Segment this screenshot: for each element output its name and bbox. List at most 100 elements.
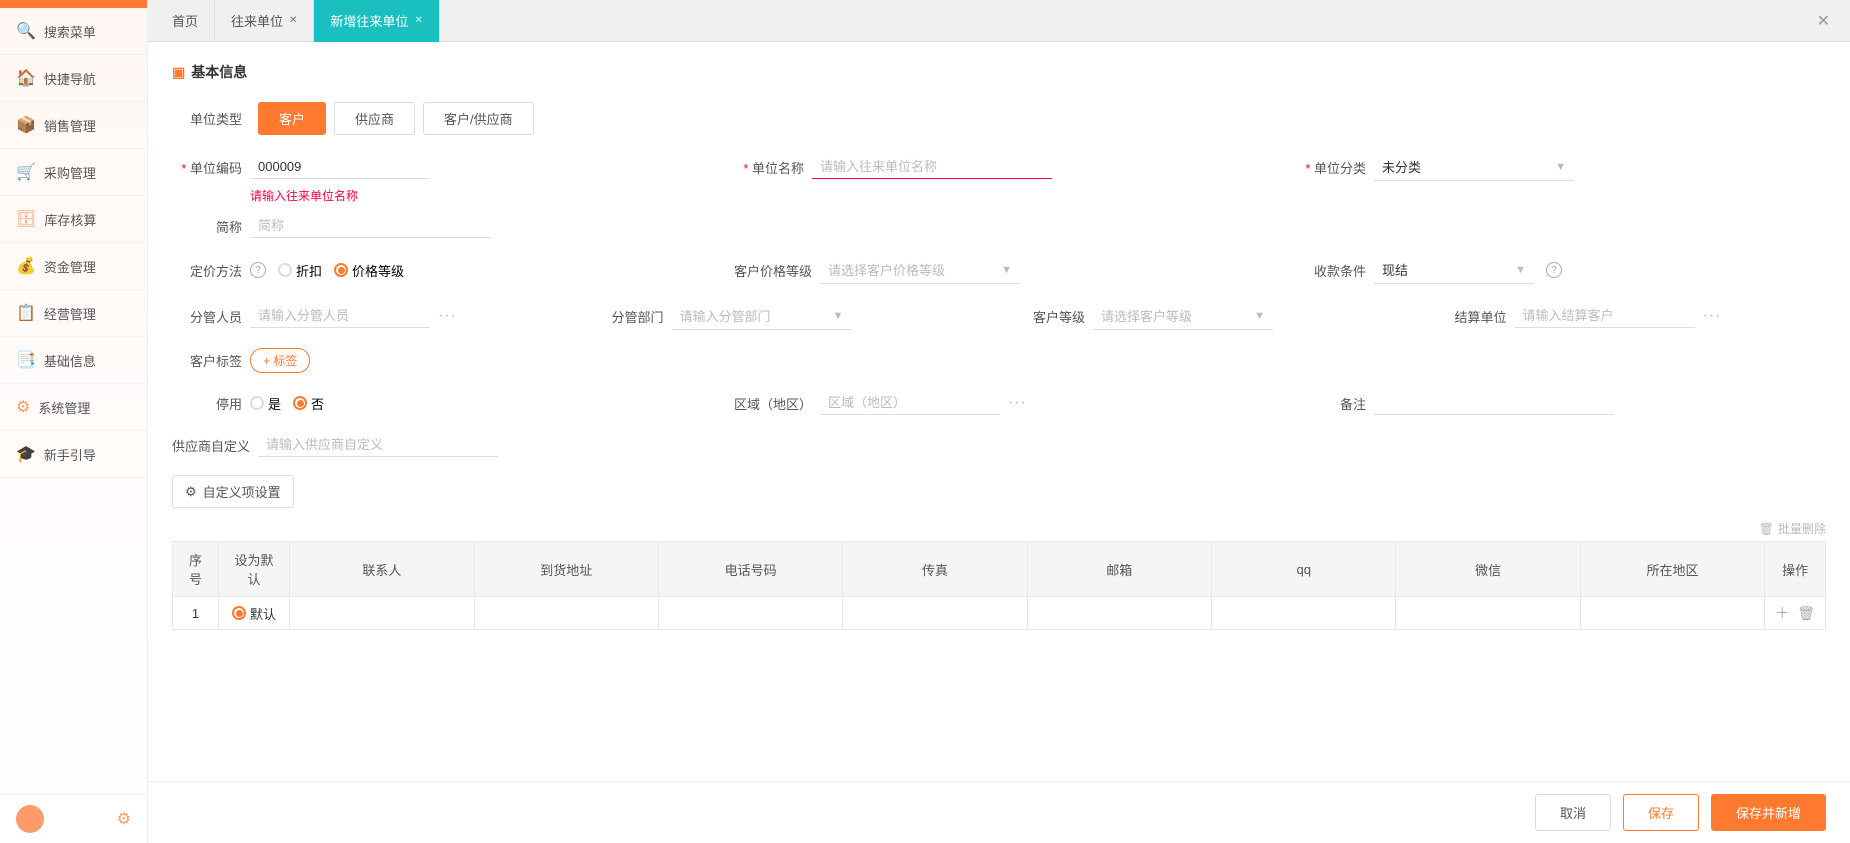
settlement-input[interactable] [1515, 304, 1695, 328]
cell-phone[interactable] [658, 597, 842, 630]
add-tag-label: + 标签 [263, 352, 297, 369]
col-seq: 序号 [173, 542, 219, 597]
home-icon: 🏠 [16, 68, 36, 88]
unit-type-supplier-btn[interactable]: 供应商 [334, 102, 415, 135]
add-row-btn[interactable]: ＋ [1775, 603, 1789, 623]
cell-contact[interactable] [290, 597, 474, 630]
sidebar-item-finance[interactable]: 💰 资金管理 [0, 243, 147, 290]
remarks-input[interactable] [1374, 391, 1614, 415]
field-remarks: 备注 [1296, 391, 1826, 415]
add-tag-btn[interactable]: + 标签 [250, 348, 310, 373]
department-select[interactable]: 请输入分管部门 ▼ [672, 302, 852, 330]
tab-counterparty[interactable]: 往来单位 ✕ [215, 0, 314, 42]
sidebar-bottom: ⚙ [0, 794, 147, 843]
payment-terms-select[interactable]: 现结 ▼ [1374, 256, 1534, 284]
cell-location[interactable] [1580, 597, 1764, 630]
cell-row-actions: ＋ 🗑 [1765, 597, 1826, 630]
bottom-spacer [172, 630, 1826, 710]
sidebar-item-label: 搜索菜单 [44, 22, 96, 41]
qq-input[interactable] [1222, 606, 1385, 621]
pricing-help-icon[interactable]: ? [250, 262, 266, 278]
settlement-more-icon[interactable]: ··· [1703, 307, 1722, 325]
row-pricing: 定价方法 ? 折扣 价格等级 客户价格等级 请选择客户价格等级 [172, 256, 1826, 284]
tab-new-counterparty-close[interactable]: ✕ [414, 15, 422, 26]
cancel-button[interactable]: 取消 [1535, 794, 1611, 831]
name-label: 单位名称 [734, 158, 804, 177]
location-input[interactable] [1591, 606, 1754, 621]
unit-type-customer-btn[interactable]: 客户 [258, 102, 326, 135]
row-default-radio-item[interactable]: 默认 [232, 604, 276, 623]
tab-counterparty-close[interactable]: ✕ [289, 15, 297, 26]
contacts-table: 序号 设为默认 联系人 到货地址 电话号码 传真 邮箱 qq 微信 所在地区 操… [172, 541, 1826, 630]
disabled-radio-no-circle [293, 396, 307, 410]
email-input[interactable] [1038, 606, 1201, 621]
sidebar-top-bar [0, 0, 147, 8]
sidebar-item-operations[interactable]: 📋 经营管理 [0, 290, 147, 337]
phone-input[interactable] [669, 606, 832, 621]
field-settlement: 结算单位 ··· [1437, 304, 1827, 328]
batch-delete-label: 批量删除 [1778, 520, 1826, 537]
sidebar-item-label: 库存核算 [44, 210, 96, 229]
field-customer-level: 客户等级 请选择客户等级 ▼ [1015, 302, 1405, 330]
cell-fax[interactable] [843, 597, 1027, 630]
custom-settings-label: 自定义项设置 [203, 482, 281, 501]
disabled-radio-no[interactable]: 否 [293, 394, 324, 413]
disabled-radio-no-label: 否 [311, 394, 324, 413]
wechat-input[interactable] [1406, 606, 1569, 621]
pricing-radio-price-level[interactable]: 价格等级 [334, 261, 404, 280]
address-input[interactable] [485, 606, 648, 621]
sidebar-item-quick-nav[interactable]: 🏠 快捷导航 [0, 55, 147, 102]
unit-type-both-btn[interactable]: 客户/供应商 [423, 102, 534, 135]
tab-home-label: 首页 [172, 11, 198, 30]
region-more-icon[interactable]: ··· [1008, 394, 1027, 412]
row-default-label: 默认 [250, 604, 276, 623]
customer-level-select[interactable]: 请选择客户等级 ▼ [1093, 302, 1273, 330]
field-category: 单位分类 未分类 ▼ [1296, 153, 1826, 181]
tab-home[interactable]: 首页 [156, 0, 215, 42]
customer-level-label: 客户等级 [1015, 307, 1085, 326]
sidebar-item-newbie[interactable]: 🎓 新手引导 [0, 431, 147, 478]
region-input[interactable] [820, 391, 1000, 415]
save-new-button[interactable]: 保存并新增 [1711, 794, 1826, 831]
customer-price-level-placeholder: 请选择客户价格等级 [828, 260, 945, 279]
supplier-custom-input[interactable] [258, 433, 498, 457]
col-wechat: 微信 [1396, 542, 1580, 597]
customer-price-level-select[interactable]: 请选择客户价格等级 ▼ [820, 256, 1020, 284]
disabled-radio-yes[interactable]: 是 [250, 394, 281, 413]
avatar [16, 805, 44, 833]
delete-row-btn[interactable]: 🗑 [1797, 605, 1815, 622]
close-all-tabs-button[interactable]: ✕ [1805, 11, 1842, 31]
pricing-radio-discount[interactable]: 折扣 [278, 261, 322, 280]
customer-level-placeholder: 请选择客户等级 [1101, 306, 1192, 325]
settings-icon[interactable]: ⚙ [117, 809, 131, 829]
sidebar-item-purchase[interactable]: 🛒 采购管理 [0, 149, 147, 196]
pricing-radio-discount-label: 折扣 [296, 261, 322, 280]
contact-input[interactable] [300, 606, 463, 621]
name-input[interactable] [812, 155, 1052, 179]
batch-delete-btn[interactable]: 🗑 批量删除 [1759, 520, 1826, 537]
col-default: 设为默认 [218, 542, 289, 597]
code-input[interactable] [250, 155, 430, 179]
clipboard-icon: 📋 [16, 303, 36, 323]
sidebar-item-inventory[interactable]: 🗄 库存核算 [0, 196, 147, 243]
pricing-radio-discount-circle [278, 263, 292, 277]
category-select[interactable]: 未分类 ▼ [1374, 153, 1574, 181]
sidebar-item-basic-info[interactable]: 📑 基础信息 [0, 337, 147, 384]
sidebar-item-sales[interactable]: 📦 销售管理 [0, 102, 147, 149]
cell-address[interactable] [474, 597, 658, 630]
manager-more-icon[interactable]: ··· [438, 307, 457, 325]
custom-settings-btn[interactable]: ⚙ 自定义项设置 [172, 475, 294, 508]
tab-new-counterparty[interactable]: 新增往来单位 ✕ [314, 0, 439, 42]
cell-email[interactable] [1027, 597, 1211, 630]
code-label: 单位编码 [172, 158, 242, 177]
sidebar-item-search[interactable]: 🔍 搜索菜单 [0, 8, 147, 55]
cell-qq[interactable] [1211, 597, 1395, 630]
payment-terms-help-icon[interactable]: ? [1546, 262, 1562, 278]
abbr-input[interactable] [250, 214, 490, 238]
save-button[interactable]: 保存 [1623, 794, 1699, 831]
manager-input[interactable] [250, 304, 430, 328]
fax-input[interactable] [853, 606, 1016, 621]
sidebar-item-label: 经营管理 [44, 304, 96, 323]
sidebar-item-system[interactable]: ⚙ 系统管理 [0, 384, 147, 431]
cell-wechat[interactable] [1396, 597, 1580, 630]
